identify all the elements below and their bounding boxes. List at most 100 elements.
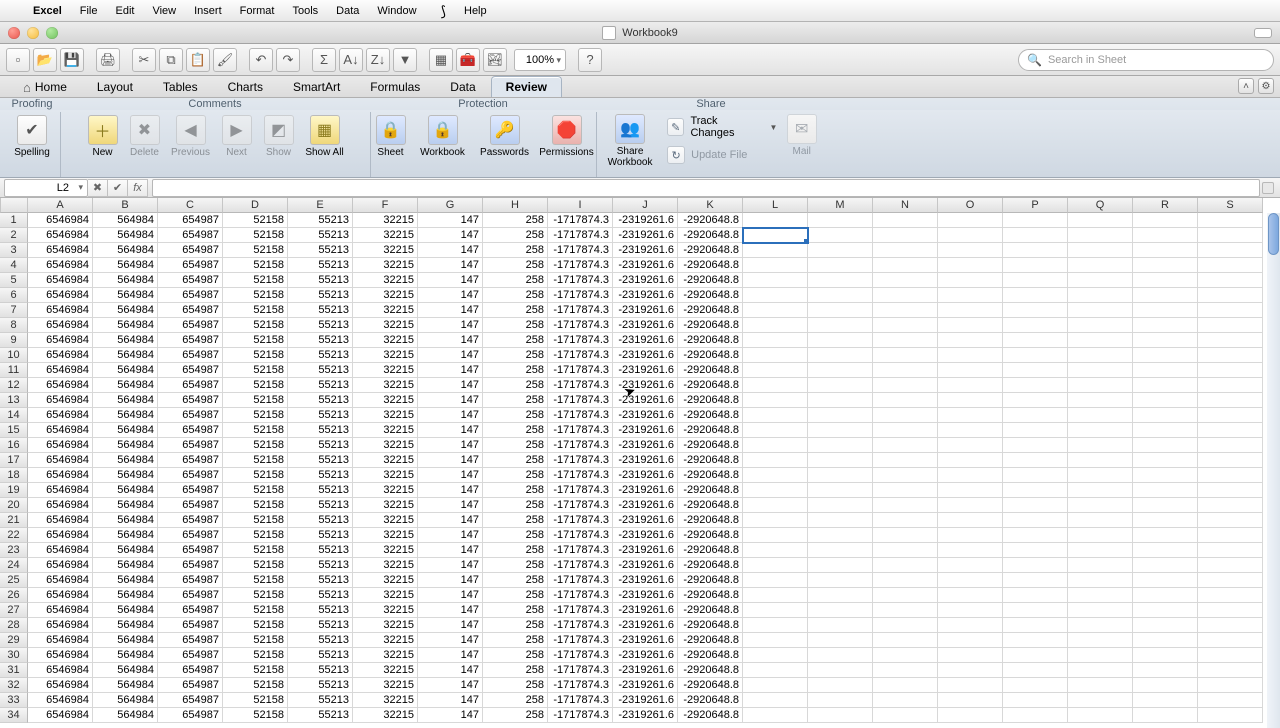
cell[interactable] <box>1198 513 1263 528</box>
cell[interactable] <box>743 453 808 468</box>
cell[interactable] <box>1198 213 1263 228</box>
cell[interactable] <box>1198 678 1263 693</box>
cell[interactable]: 55213 <box>288 333 353 348</box>
cell[interactable]: 6546984 <box>28 258 93 273</box>
cell[interactable] <box>1133 243 1198 258</box>
cell[interactable]: 55213 <box>288 708 353 723</box>
cell[interactable]: 564984 <box>93 228 158 243</box>
menu-tools[interactable]: Tools <box>283 0 327 22</box>
cell[interactable]: 147 <box>418 258 483 273</box>
cell[interactable]: 147 <box>418 603 483 618</box>
cell[interactable] <box>1198 588 1263 603</box>
cell[interactable]: -2920648.8 <box>678 468 743 483</box>
cell[interactable]: -2920648.8 <box>678 603 743 618</box>
cell[interactable]: 32215 <box>353 543 418 558</box>
toolbar-collapse-icon[interactable] <box>1254 28 1272 38</box>
cell[interactable]: -2319261.6 <box>613 588 678 603</box>
row-header[interactable]: 31 <box>0 663 28 678</box>
column-header[interactable]: M <box>808 198 873 213</box>
cell[interactable] <box>873 363 938 378</box>
cell[interactable] <box>1003 333 1068 348</box>
cell[interactable]: -2319261.6 <box>613 528 678 543</box>
cell[interactable]: 258 <box>483 468 548 483</box>
cell[interactable]: 32215 <box>353 513 418 528</box>
cell[interactable] <box>873 288 938 303</box>
cell[interactable]: 55213 <box>288 378 353 393</box>
cell[interactable]: -2920648.8 <box>678 648 743 663</box>
cell[interactable] <box>1068 468 1133 483</box>
cell[interactable]: -1717874.3 <box>548 483 613 498</box>
cell[interactable] <box>1003 708 1068 723</box>
cell[interactable]: 32215 <box>353 633 418 648</box>
cell[interactable]: 6546984 <box>28 228 93 243</box>
cell[interactable]: 147 <box>418 618 483 633</box>
row-header[interactable]: 18 <box>0 468 28 483</box>
cell[interactable] <box>1068 513 1133 528</box>
cell[interactable] <box>808 648 873 663</box>
format-painter-icon[interactable]: 🖌 <box>213 48 237 72</box>
cell[interactable]: 52158 <box>223 573 288 588</box>
cell[interactable] <box>743 498 808 513</box>
cell[interactable]: -2920648.8 <box>678 453 743 468</box>
cell[interactable] <box>1133 363 1198 378</box>
cell[interactable]: 52158 <box>223 558 288 573</box>
grid[interactable]: ABCDEFGHIJKLMNOPQRS165469845649846549875… <box>0 198 1263 728</box>
cell[interactable] <box>1133 273 1198 288</box>
cell[interactable]: 6546984 <box>28 348 93 363</box>
cell[interactable] <box>873 378 938 393</box>
cell[interactable] <box>938 708 1003 723</box>
cell[interactable]: 32215 <box>353 453 418 468</box>
cell[interactable]: 6546984 <box>28 573 93 588</box>
new-doc-icon[interactable]: ▫ <box>6 48 30 72</box>
cell[interactable]: -2319261.6 <box>613 303 678 318</box>
cell[interactable] <box>1198 378 1263 393</box>
cell[interactable]: -2920648.8 <box>678 363 743 378</box>
cell[interactable] <box>1068 678 1133 693</box>
cell[interactable] <box>1068 573 1133 588</box>
cell[interactable]: 654987 <box>158 543 223 558</box>
cell[interactable]: -1717874.3 <box>548 378 613 393</box>
cell[interactable] <box>743 708 808 723</box>
cell[interactable]: 654987 <box>158 243 223 258</box>
cell[interactable] <box>1198 483 1263 498</box>
cell[interactable]: 258 <box>483 363 548 378</box>
cell[interactable]: 258 <box>483 453 548 468</box>
cell[interactable] <box>743 693 808 708</box>
cell[interactable]: 55213 <box>288 303 353 318</box>
cell[interactable] <box>1068 288 1133 303</box>
cell[interactable] <box>743 483 808 498</box>
cell[interactable]: 654987 <box>158 318 223 333</box>
cell[interactable]: -1717874.3 <box>548 318 613 333</box>
cell[interactable]: 258 <box>483 288 548 303</box>
cell[interactable] <box>1068 648 1133 663</box>
cell[interactable]: 147 <box>418 693 483 708</box>
cell[interactable]: 258 <box>483 213 548 228</box>
cell[interactable]: 6546984 <box>28 213 93 228</box>
cell[interactable]: 52158 <box>223 303 288 318</box>
spelling-button[interactable]: ✔ Spelling <box>8 113 56 169</box>
cell[interactable]: 52158 <box>223 588 288 603</box>
cell[interactable]: -2319261.6 <box>613 408 678 423</box>
cell[interactable] <box>808 333 873 348</box>
cell[interactable]: 654987 <box>158 363 223 378</box>
redo-icon[interactable]: ↷ <box>276 48 300 72</box>
cell[interactable] <box>808 363 873 378</box>
tab-home[interactable]: Home <box>8 76 82 97</box>
cell[interactable] <box>743 678 808 693</box>
cell[interactable] <box>1003 468 1068 483</box>
delete-comment-button[interactable]: ✖Delete <box>125 113 165 169</box>
cell[interactable]: -2319261.6 <box>613 483 678 498</box>
cell[interactable] <box>873 303 938 318</box>
cell[interactable]: -1717874.3 <box>548 678 613 693</box>
cell[interactable]: 6546984 <box>28 663 93 678</box>
cell[interactable]: 147 <box>418 648 483 663</box>
cell[interactable]: 52158 <box>223 633 288 648</box>
cell[interactable]: 258 <box>483 603 548 618</box>
cell[interactable] <box>808 423 873 438</box>
cell[interactable] <box>938 618 1003 633</box>
cell[interactable] <box>1003 438 1068 453</box>
autosum-icon[interactable]: Σ <box>312 48 336 72</box>
cell[interactable]: 32215 <box>353 528 418 543</box>
cell[interactable]: 564984 <box>93 513 158 528</box>
cell[interactable]: 258 <box>483 558 548 573</box>
